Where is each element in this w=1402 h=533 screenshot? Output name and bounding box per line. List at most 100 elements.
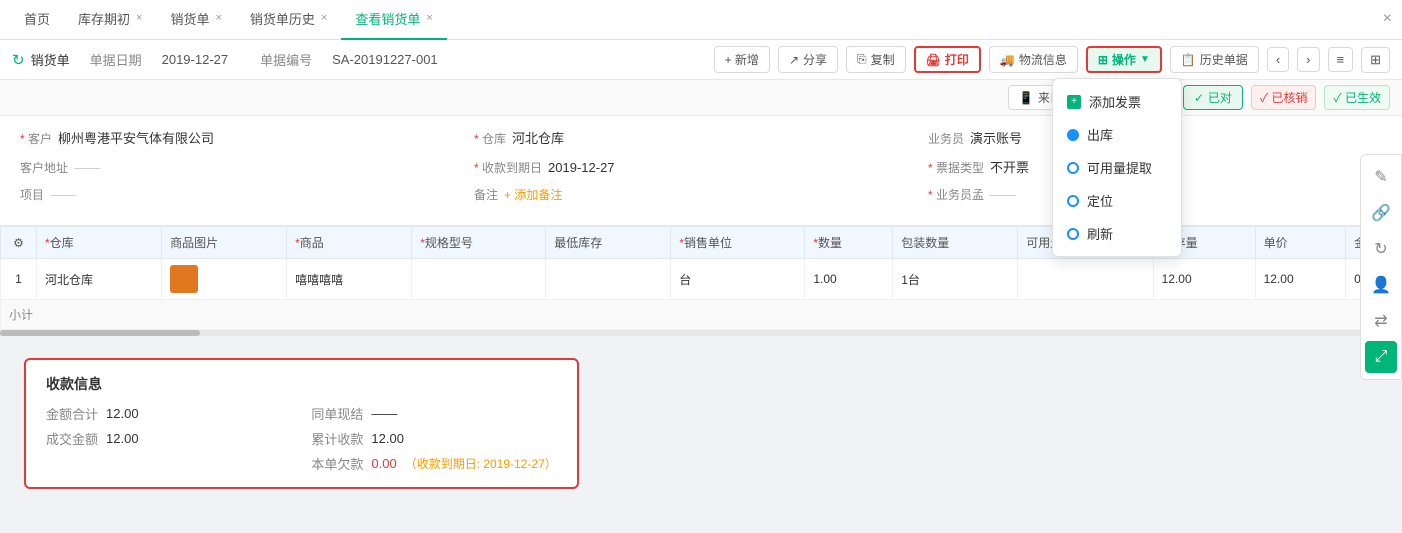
right-sidebar: ✎ 🔗 ↻ 👤 ⇄ ⤢ (1360, 154, 1402, 380)
doc-type-icon: ↻ (12, 51, 25, 69)
dropdown-refresh[interactable]: 刷新 (1053, 217, 1181, 250)
history-icon: 📋 (1181, 53, 1196, 67)
subtotal-row: 小计 (1, 300, 1402, 330)
same-order-label: 同单现结 (311, 404, 363, 423)
dropdown-locate[interactable]: 定位 (1053, 184, 1181, 217)
subtotal-label: 小计 (1, 300, 1402, 330)
sidebar-link-icon[interactable]: 🔗 (1365, 197, 1397, 229)
total-value: 12.00 (106, 406, 139, 421)
project-field: 项目 —— (20, 186, 474, 203)
deal-amount-value: 12.00 (106, 431, 139, 446)
tab-inventory-init[interactable]: 库存期初 × (64, 0, 156, 40)
dropdown-available-pickup[interactable]: 可用量提取 (1053, 151, 1181, 184)
project-value: —— (50, 187, 76, 202)
total-label: 金额合计 (46, 404, 98, 423)
invoice-label: 票据类型 (928, 159, 984, 176)
row-available (1018, 259, 1153, 300)
same-order-value: —— (371, 406, 397, 421)
invoice-value: 不开票 (990, 157, 1029, 176)
main-toolbar: ↻ 销货单 单据日期 2019-12-27 单据编号 SA-20191227-0… (0, 40, 1402, 80)
col-warehouse: *仓库 (37, 227, 162, 259)
copy-icon: ⎘ (857, 52, 867, 67)
col-unit-price: 单价 (1255, 227, 1345, 259)
date-label: 单据日期 (90, 50, 142, 69)
tab-sales-order[interactable]: 销货单 × (156, 0, 235, 40)
tab-home[interactable]: 首页 (10, 0, 64, 40)
verify-button[interactable]: ✓ 已对 (1183, 85, 1243, 110)
scroll-indicator[interactable] (0, 330, 1402, 336)
row-unit: 台 (671, 259, 805, 300)
product-image (170, 265, 198, 293)
deal-amount-label: 成交金额 (46, 429, 98, 448)
col-min-stock: 最低库存 (546, 227, 671, 259)
logistics-button[interactable]: 🚚 物流信息 (989, 46, 1078, 73)
col-product: *商品 (287, 227, 412, 259)
new-button[interactable]: + 新增 (714, 46, 770, 73)
number-value: SA-20191227-001 (332, 52, 438, 67)
current-due-item: 本单欠款 0.00 （收款到期日: 2019-12-27） (311, 454, 556, 473)
operate-button[interactable]: ⊞ 操作 ▼ (1086, 46, 1162, 73)
doc-title-section: ↻ 销货单 (12, 50, 70, 69)
phone-icon: 📱 (1019, 91, 1034, 105)
window-close-icon[interactable]: × (1383, 10, 1392, 28)
col-unit: *销售单位 (671, 227, 805, 259)
tab-close-inventory[interactable]: × (136, 13, 142, 24)
address-label: 客户地址 (20, 159, 68, 176)
row-current-stock: 12.00 (1153, 259, 1255, 300)
product-table-wrap: ⚙ *仓库 商品图片 *商品 *规格型号 最低库存 *销售单位 *数量 包装数量… (0, 226, 1402, 330)
sidebar-refresh-icon[interactable]: ↻ (1365, 233, 1397, 265)
staff-label: 业务员 (928, 130, 964, 147)
voided-button[interactable]: ✓ 已核销 (1251, 85, 1317, 110)
project-label: 项目 (20, 186, 44, 203)
sidebar-edit-icon[interactable]: ✎ (1365, 161, 1397, 193)
tab-bar: 首页 库存期初 × 销货单 × 销货单历史 × 查看销货单 × × (0, 0, 1402, 40)
current-due-value: 0.00 (371, 456, 396, 471)
tab-view-sales[interactable]: 查看销货单 × (341, 0, 446, 40)
sales-staff-value: —— (990, 187, 1016, 202)
sales-staff-label: 业务员孟 (928, 186, 984, 203)
operate-dropdown: + 添加发票 出库 可用量提取 定位 刷新 (1052, 78, 1182, 257)
grid-view-button[interactable]: ⊞ (1361, 47, 1390, 73)
sidebar-expand-icon[interactable]: ⤢ (1365, 341, 1397, 373)
add-note-button[interactable]: 添加备注 (504, 186, 562, 203)
payment-date-label: 收款到期日 (474, 159, 542, 176)
prev-button[interactable]: ‹ (1267, 47, 1289, 72)
grid-icon: ⊞ (1098, 53, 1108, 67)
warehouse-label: 仓库 (474, 130, 506, 147)
truck-icon: 🚚 (1000, 53, 1015, 67)
print-button[interactable]: 🖨 打印 (914, 46, 981, 73)
payment-grid: 金额合计 12.00 同单现结 —— 成交金额 12.00 累计收款 12.00… (46, 404, 557, 473)
cumulative-label: 累计收款 (311, 429, 363, 448)
payment-section: 收款信息 金额合计 12.00 同单现结 —— 成交金额 12.00 累计收款 … (24, 358, 579, 489)
history-button[interactable]: 📋 历史单据 (1170, 46, 1259, 73)
row-quantity: 1.00 (805, 259, 893, 300)
toolbar-actions: + 新增 ↗ 分享 ⎘ 复制 🖨 打印 🚚 物流信息 ⊞ 操作 ▼ (714, 46, 1390, 73)
dropdown-outbound[interactable]: 出库 (1053, 118, 1181, 151)
tab-close-view[interactable]: × (426, 13, 432, 24)
table-row: 1 河北仓库 嘻嘻嘻嘻 台 1.00 1台 12.00 12.00 0. (1, 259, 1402, 300)
copy-button[interactable]: ⎘ 复制 (846, 46, 906, 73)
doc-type-label: 销货单 (31, 50, 70, 69)
same-order-item: 同单现结 —— (311, 404, 556, 423)
row-unit-price: 12.00 (1255, 259, 1345, 300)
dropdown-arrow-icon: ▼ (1140, 54, 1150, 65)
note-label: 备注 (474, 186, 498, 203)
list-view-button[interactable]: ≡ (1328, 47, 1354, 72)
tab-close-sales[interactable]: × (215, 13, 221, 24)
warehouse-value: 河北仓库 (512, 128, 564, 147)
deal-amount-item: 成交金额 12.00 (46, 429, 291, 448)
sidebar-transfer-icon[interactable]: ⇄ (1365, 305, 1397, 337)
next-button[interactable]: › (1297, 47, 1319, 72)
tab-close-history[interactable]: × (321, 13, 327, 24)
date-value: 2019-12-27 (162, 52, 229, 67)
share-button[interactable]: ↗ 分享 (778, 46, 838, 73)
dropdown-add-invoice[interactable]: + 添加发票 (1053, 85, 1181, 118)
effective-button[interactable]: ✓ 已生效 (1324, 85, 1390, 110)
col-quantity: *数量 (805, 227, 893, 259)
total-amount-item: 金额合计 12.00 (46, 404, 291, 423)
row-image (162, 259, 287, 300)
sidebar-user-icon[interactable]: 👤 (1365, 269, 1397, 301)
locate-icon (1067, 195, 1079, 207)
tab-sales-history[interactable]: 销货单历史 × (236, 0, 341, 40)
staff-value: 演示账号 (970, 128, 1022, 147)
